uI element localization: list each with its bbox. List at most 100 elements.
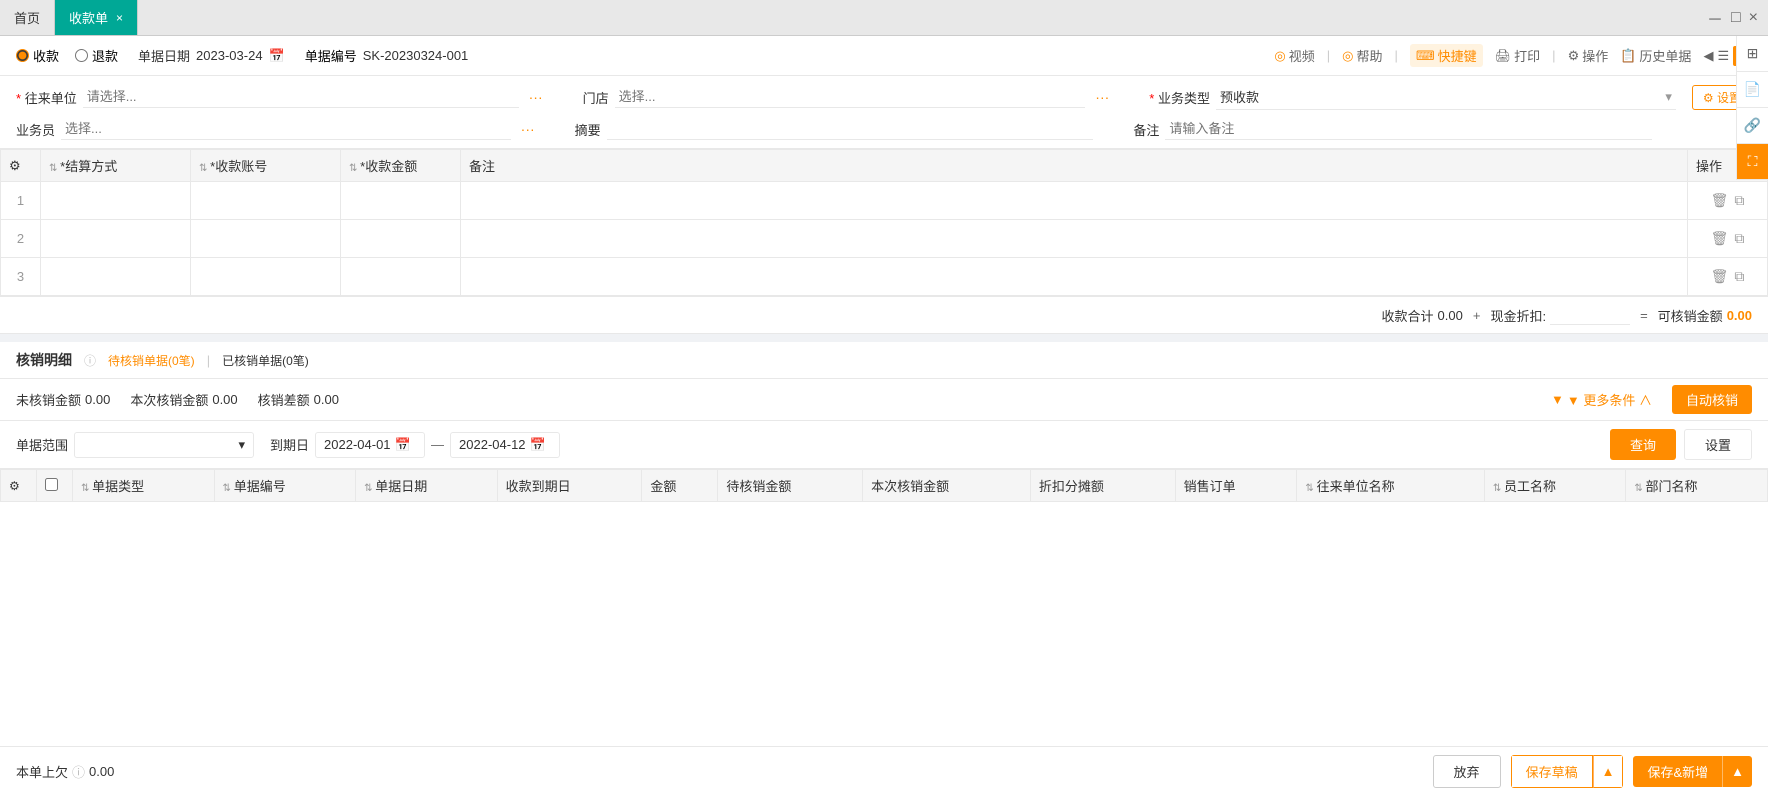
unreconciled-stat: 未核销金额 0.00 [16, 390, 110, 409]
copy-icon-2[interactable]: ⧉ [1734, 230, 1744, 247]
receipt-table-section: ⚙ ⇅ *结算方式 ⇅ *收款账号 ⇅ *收款金额 备注 [0, 149, 1768, 297]
remark-input[interactable] [1165, 118, 1652, 140]
sidebar-expand-icon[interactable]: ⛶ [1737, 144, 1768, 180]
calendar-icon[interactable]: 📅 [269, 48, 285, 64]
save-new-arrow[interactable]: ▲ [1722, 756, 1752, 787]
table-row: 2 🗑 ⧉ [1, 220, 1768, 258]
doc-num-value: SK-20230324-001 [363, 48, 469, 63]
recon-th-gear[interactable]: ⚙ [1, 470, 37, 502]
save-new-btn[interactable]: 保存&新增 [1633, 756, 1722, 787]
sidebar-doc-icon[interactable]: 📄 [1737, 72, 1768, 108]
recon-th-checkbox[interactable] [37, 470, 73, 502]
salesperson-input[interactable] [61, 118, 511, 140]
tab-home[interactable]: 首页 [0, 0, 55, 35]
shortcut-btn[interactable]: ⌨ 快捷键 [1410, 44, 1483, 67]
filter-icon: ▼ [1551, 392, 1564, 407]
remark-3[interactable] [461, 258, 1688, 296]
minimize-btn[interactable]: － [1707, 6, 1723, 30]
amount-3[interactable] [341, 258, 461, 296]
store-input[interactable] [615, 86, 1086, 108]
recon-th-type: ⇅ 单据类型 [73, 470, 215, 502]
settle-3[interactable] [41, 258, 191, 296]
window-close-btn[interactable]: × [1749, 9, 1758, 27]
help-btn[interactable]: ◎ 帮助 [1342, 46, 1382, 65]
list-icon[interactable]: ☰ [1717, 48, 1729, 64]
current-recon-stat: 本次核销金额 0.00 [130, 390, 237, 409]
th-amount: ⇅ *收款金额 [341, 150, 461, 182]
business-type-select[interactable]: 预收款 ▾ [1216, 84, 1676, 110]
section-divider [0, 334, 1768, 342]
prev-icon[interactable]: ◀ [1703, 48, 1713, 64]
more-filter-btn[interactable]: ▼ ▼ 更多条件 ∧ [1551, 390, 1652, 409]
th-settings[interactable]: ⚙ [1, 150, 41, 182]
date-to-picker[interactable]: 2022-04-12 📅 [450, 432, 560, 458]
copy-icon-1[interactable]: ⧉ [1734, 192, 1744, 209]
print-icon: 🖨 [1495, 48, 1512, 64]
account-3[interactable] [191, 258, 341, 296]
save-new-split: 保存&新增 ▲ [1633, 756, 1752, 787]
select-all-checkbox[interactable] [45, 478, 58, 491]
account-2[interactable] [191, 220, 341, 258]
query-btn[interactable]: 查询 [1610, 429, 1676, 460]
account-1[interactable] [191, 182, 341, 220]
discard-btn[interactable]: 放弃 [1433, 755, 1501, 788]
row-actions-3: 🗑 ⧉ [1696, 268, 1759, 285]
settle-2[interactable] [41, 220, 191, 258]
copy-icon-3[interactable]: ⧉ [1734, 268, 1744, 285]
salesperson-more-icon[interactable]: ··· [521, 121, 535, 137]
date-from-picker[interactable]: 2022-04-01 📅 [315, 432, 425, 458]
delete-icon-3[interactable]: 🗑 [1711, 268, 1729, 285]
print-btn[interactable]: 🖨 打印 [1495, 46, 1541, 65]
fields-row-1: * 往来单位 ··· 门店 ··· * 业务类型 预收款 [16, 84, 1752, 110]
amount-2[interactable] [341, 220, 461, 258]
unreconciled-value: 0.00 [85, 392, 110, 407]
done-tab[interactable]: 已核销单据(0笔) [222, 352, 309, 369]
pending-tab[interactable]: 待核销单据(0笔) [108, 352, 195, 369]
store-more-icon[interactable]: ··· [1095, 89, 1109, 105]
amount-1[interactable] [341, 182, 461, 220]
total-value: 0.00 [1438, 308, 1463, 323]
current-recon-value: 0.00 [212, 392, 237, 407]
recon-th-customer: ⇅ 往来单位名称 [1297, 470, 1484, 502]
tab-close-icon[interactable]: × [116, 11, 123, 25]
recon-info-icon[interactable]: ⓘ [84, 352, 96, 369]
carry-info-icon[interactable]: ⓘ [72, 762, 85, 781]
history-btn[interactable]: 📋 历史单据 [1620, 46, 1691, 65]
customer-more-icon[interactable]: ··· [529, 89, 543, 105]
customer-group: * 往来单位 ··· [16, 86, 543, 108]
carry-value: 0.00 [89, 764, 114, 779]
save-draft-arrow[interactable]: ▲ [1593, 755, 1624, 788]
sidebar-link-icon[interactable]: 🔗 [1737, 108, 1768, 144]
header-actions: ◎ 视频 | ◎ 帮助 | ⌨ 快捷键 🖨 打印 | ⚙ 操作 [1274, 44, 1752, 67]
settle-1[interactable] [41, 182, 191, 220]
filter-action-group: 查询 设置 [1610, 429, 1752, 460]
business-type-group: * 业务类型 预收款 ▾ [1149, 84, 1676, 110]
doc-range-select[interactable]: ▾ [74, 432, 254, 458]
maximize-btn[interactable]: □ [1731, 9, 1741, 27]
row-actions-2: 🗑 ⧉ [1696, 230, 1759, 247]
delete-icon-2[interactable]: 🗑 [1711, 230, 1729, 247]
customer-input[interactable] [83, 86, 519, 108]
summary-input[interactable] [607, 118, 1094, 140]
receipt-radio[interactable]: 收款 [16, 46, 59, 65]
save-draft-btn[interactable]: 保存草稿 [1511, 755, 1593, 788]
tab-receipt[interactable]: 收款单 × [55, 0, 138, 35]
operation-btn[interactable]: ⚙ 操作 [1568, 46, 1609, 65]
discount-input[interactable] [1550, 305, 1630, 325]
refund-radio[interactable]: 退款 [75, 46, 118, 65]
total-item: 收款合计 0.00 [1382, 306, 1463, 325]
unreconciled-label: 未核销金额 [16, 390, 81, 409]
remark-1[interactable] [461, 182, 1688, 220]
remark-2[interactable] [461, 220, 1688, 258]
video-btn[interactable]: ◎ 视频 [1274, 46, 1314, 65]
recon-settings-btn[interactable]: 设置 [1684, 429, 1752, 460]
diff-stat: 核销差额 0.00 [258, 390, 339, 409]
sidebar-table-icon[interactable]: ⊞ [1737, 36, 1768, 72]
equals-sep: = [1640, 308, 1648, 323]
auto-reconcile-btn[interactable]: 自动核销 [1672, 385, 1752, 414]
history-icon: 📋 [1620, 48, 1636, 64]
store-group: 门店 ··· [583, 86, 1110, 108]
recon-th-discount: 折扣分摊额 [1030, 470, 1175, 502]
th-remark: 备注 [461, 150, 1688, 182]
delete-icon-1[interactable]: 🗑 [1711, 192, 1729, 209]
